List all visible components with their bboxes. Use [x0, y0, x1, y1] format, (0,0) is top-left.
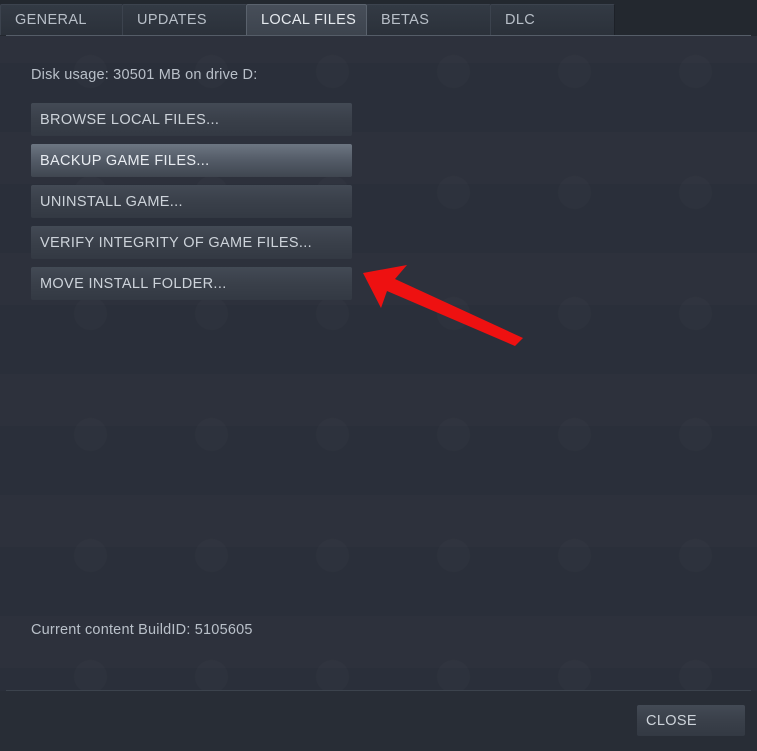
dialog-footer: CLOSE [0, 691, 757, 751]
local-files-action-list: BROWSE LOCAL FILES... BACKUP GAME FILES.… [31, 103, 352, 308]
tab-bar: GENERAL UPDATES BETAS DLC LOCAL FILES [0, 0, 757, 36]
current-content-buildid-text: Current content BuildID: 5105605 [31, 622, 253, 638]
close-button[interactable]: CLOSE [637, 705, 745, 736]
game-properties-dialog: GENERAL UPDATES BETAS DLC LOCAL FILES Di… [0, 0, 757, 751]
tab-general[interactable]: GENERAL [0, 4, 123, 35]
tab-local-files-label: LOCAL FILES [261, 12, 357, 28]
verify-integrity-of-game-files-button[interactable]: VERIFY INTEGRITY OF GAME FILES... [31, 226, 352, 259]
tab-betas-label: BETAS [381, 12, 430, 28]
tab-local-files[interactable]: LOCAL FILES [246, 4, 367, 35]
browse-local-files-button[interactable]: BROWSE LOCAL FILES... [31, 103, 352, 136]
tab-updates-label: UPDATES [137, 12, 207, 28]
tab-betas[interactable]: BETAS [366, 4, 491, 35]
tab-general-label: GENERAL [15, 12, 87, 28]
tab-dlc[interactable]: DLC [490, 4, 615, 35]
tab-dlc-label: DLC [505, 12, 536, 28]
red-arrow-annotation-icon [363, 265, 523, 346]
disk-usage-text: Disk usage: 30501 MB on drive D: [31, 67, 258, 83]
uninstall-game-button[interactable]: UNINSTALL GAME... [31, 185, 352, 218]
backup-game-files-button[interactable]: BACKUP GAME FILES... [31, 144, 352, 177]
tab-updates[interactable]: UPDATES [122, 4, 247, 35]
move-install-folder-button[interactable]: MOVE INSTALL FOLDER... [31, 267, 352, 300]
local-files-panel: Disk usage: 30501 MB on drive D: BROWSE … [0, 36, 757, 690]
